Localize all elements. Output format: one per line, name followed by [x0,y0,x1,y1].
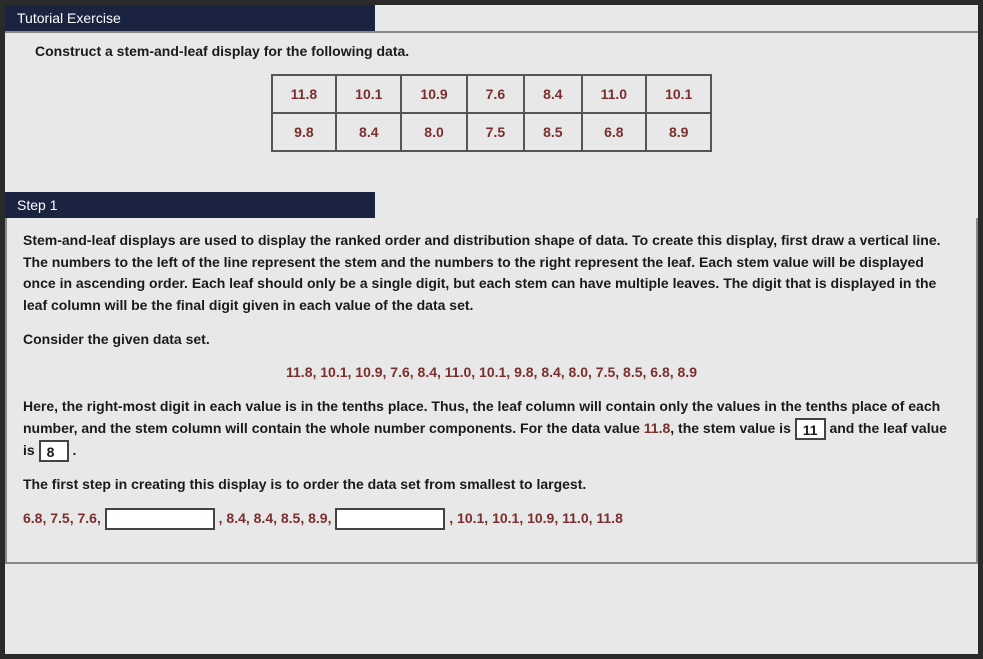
here-end: . [69,442,77,458]
data-cell: 11.0 [582,75,646,113]
ordered-part2: , 8.4, 8.4, 8.5, 8.9, [215,510,336,526]
data-table: 11.8 10.1 10.9 7.6 8.4 11.0 10.1 9.8 8.4… [271,74,713,152]
page-container: Tutorial Exercise Construct a stem-and-l… [5,5,978,654]
tutorial-section: Tutorial Exercise Construct a stem-and-l… [5,5,978,187]
instruction-text: Construct a stem-and-leaf display for th… [35,43,948,59]
step1-header: Step 1 [5,192,375,218]
table-row: 9.8 8.4 8.0 7.5 8.5 6.8 8.9 [272,113,712,151]
data-cell: 8.4 [524,75,581,113]
step1-section: Step 1 Stem-and-leaf displays are used t… [5,192,978,564]
data-cell: 6.8 [582,113,646,151]
leaf-input[interactable]: 8 [39,440,69,462]
order-blank-2[interactable] [335,508,445,530]
highlight-value: 11.8 [644,420,670,436]
explanation-paragraph: Here, the right-most digit in each value… [23,396,960,462]
stem-input[interactable]: 11 [795,418,826,440]
order-blank-1[interactable] [105,508,215,530]
table-row: 11.8 10.1 10.9 7.6 8.4 11.0 10.1 [272,75,712,113]
data-cell: 10.1 [646,75,711,113]
intro-text: Stem-and-leaf displays are used to displ… [23,230,960,317]
data-cell: 10.1 [336,75,401,113]
data-cell: 8.4 [336,113,401,151]
data-cell: 10.9 [401,75,466,113]
ordered-part3: , 10.1, 10.1, 10.9, 11.0, 11.8 [445,510,622,526]
data-cell: 7.6 [467,75,524,113]
consider-text: Consider the given data set. [23,329,960,351]
step1-body: Stem-and-leaf displays are used to displ… [5,218,978,564]
order-instruction: The first step in creating this display … [23,474,960,496]
data-cell: 8.9 [646,113,711,151]
data-cell: 8.5 [524,113,581,151]
data-cell: 9.8 [272,113,336,151]
tutorial-header: Tutorial Exercise [5,5,375,31]
data-cell: 7.5 [467,113,524,151]
data-list-text: 11.8, 10.1, 10.9, 7.6, 8.4, 11.0, 10.1, … [23,362,960,384]
data-cell: 11.8 [272,75,336,113]
here-mid1: , the stem value is [670,420,795,436]
data-cell: 8.0 [401,113,466,151]
tutorial-body: Construct a stem-and-leaf display for th… [5,33,978,187]
ordered-part1: 6.8, 7.5, 7.6, [23,510,105,526]
ordered-data-line: 6.8, 7.5, 7.6, , 8.4, 8.4, 8.5, 8.9, , 1… [23,508,960,530]
